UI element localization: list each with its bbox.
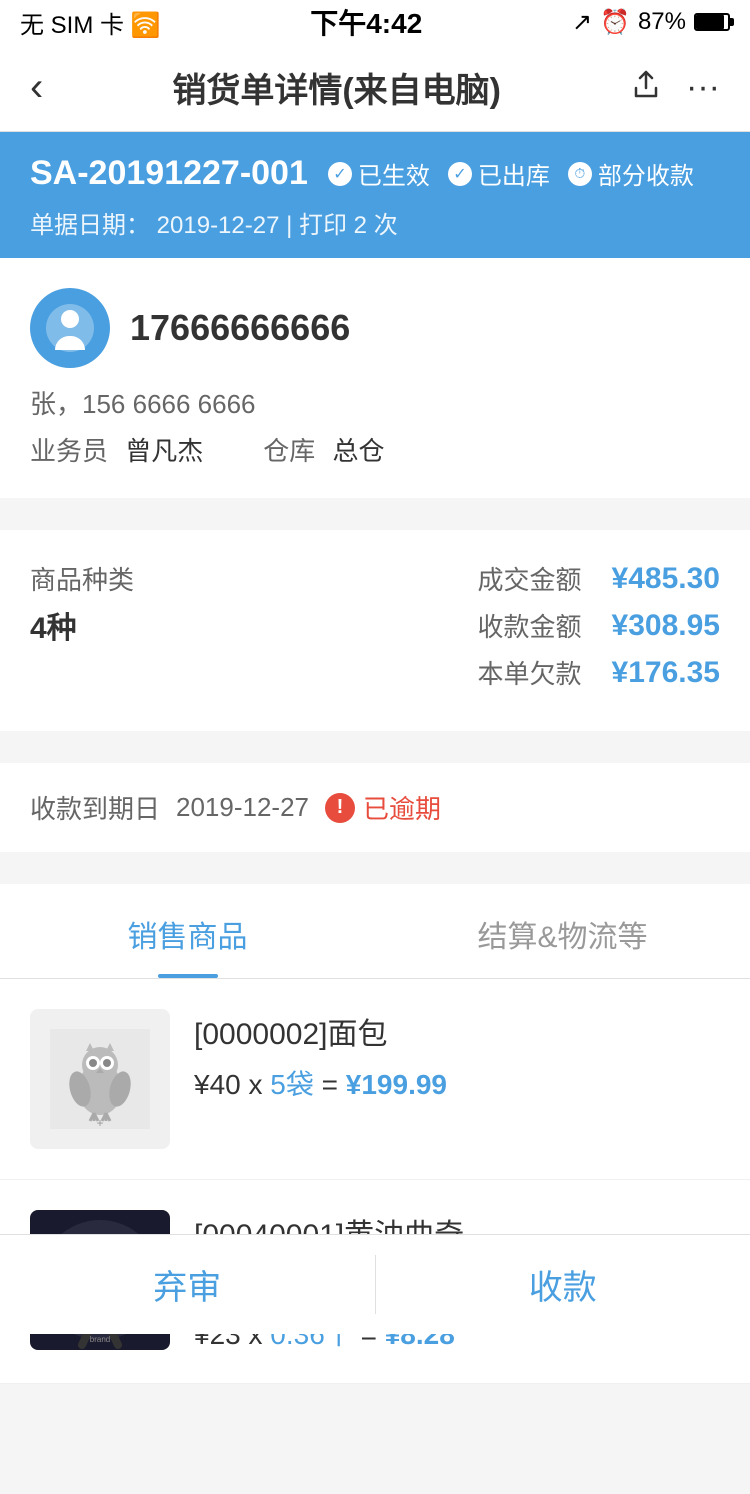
check-icon-active: ✓ [328, 162, 352, 186]
amount-row-3: 本单欠款 ¥176.35 [478, 654, 720, 691]
confirm-button[interactable]: 收款 [376, 1235, 750, 1334]
share-button[interactable] [630, 68, 662, 108]
summary-right: 成交金额 ¥485.30 收款金额 ¥308.95 本单欠款 ¥176.35 [478, 560, 720, 701]
sales-label: 业务员 [30, 436, 108, 466]
badge-shipped: ✓ 已出库 [448, 156, 550, 191]
page-title: 销货单详情(来自电脑) [172, 63, 501, 112]
product-name-1: [0000002]面包 [194, 1009, 720, 1053]
order-badges: ✓ 已生效 ✓ 已出库 ⏱ 部分收款 [328, 156, 694, 191]
order-meta-date-label: 单据日期： [30, 212, 150, 239]
order-meta: 单据日期： 2019-12-27 | 打印 2 次 [30, 205, 720, 240]
amount-value-1: ¥485.30 [612, 562, 720, 596]
svg-text:+: + [96, 1116, 103, 1129]
check-icon-shipped: ✓ [448, 162, 472, 186]
amount-row-1: 成交金额 ¥485.30 [478, 560, 720, 597]
location-icon: ↗ [572, 8, 592, 37]
customer-section: 17666666666 张，156 6666 6666 业务员 曾凡杰 仓库 总… [0, 258, 750, 498]
avatar [30, 288, 110, 368]
svg-text:brand: brand [90, 1335, 110, 1344]
customer-sales: 业务员 曾凡杰 [30, 431, 203, 468]
nav-actions: ··· [630, 68, 720, 108]
status-bar: 无 SIM 卡 🛜 下午4:42 ↗ ⏰ 87% [0, 0, 750, 44]
summary-left: 商品种类 4种 [30, 560, 134, 647]
product-total-1: ¥199.99 [346, 1069, 447, 1100]
battery-status: 87% [638, 8, 686, 36]
clock-icon: ⏱ [568, 162, 592, 186]
amount-label-2: 收款金额 [478, 607, 582, 644]
status-right: ↗ ⏰ 87% [572, 8, 730, 37]
overdue-icon: ! [325, 793, 355, 823]
customer-warehouse: 仓库 总仓 [263, 431, 384, 468]
product-price-1: ¥40 x 5袋 = ¥199.99 [194, 1063, 720, 1103]
avatar-person-icon [46, 304, 94, 352]
tab-settlement-label: 结算&物流等 [477, 921, 647, 954]
badge-active: ✓ 已生效 [328, 156, 430, 191]
tabs-section: 销售商品 结算&物流等 [0, 884, 750, 979]
order-header: SA-20191227-001 ✓ 已生效 ✓ 已出库 ⏱ 部分收款 单据日期：… [0, 132, 750, 258]
more-button[interactable]: ··· [686, 68, 720, 107]
tabs-row: 销售商品 结算&物流等 [0, 884, 750, 979]
overdue-text: 已逾期 [363, 789, 441, 826]
badge-shipped-label: 已出库 [478, 156, 550, 191]
summary-section: 商品种类 4种 成交金额 ¥485.30 收款金额 ¥308.95 本单欠款 ¥… [0, 530, 750, 731]
amount-row-2: 收款金额 ¥308.95 [478, 607, 720, 644]
badge-partial: ⏱ 部分收款 [568, 156, 694, 191]
amount-label-3: 本单欠款 [478, 654, 582, 691]
product-types-value: 4种 [30, 603, 134, 647]
status-time: 下午4:42 [310, 2, 422, 42]
overdue-badge: ! 已逾期 [325, 789, 441, 826]
bottom-spacer [0, 1384, 750, 1494]
alarm-icon: ⏰ [600, 8, 630, 37]
sales-value: 曾凡杰 [125, 436, 203, 466]
product-qty-1: 5袋 [270, 1069, 314, 1100]
tab-settlement[interactable]: 结算&物流等 [375, 884, 750, 978]
order-id: SA-20191227-001 [30, 154, 308, 193]
customer-name: 17666666666 [130, 307, 350, 349]
due-date-label: 收款到期日 [30, 789, 160, 826]
warehouse-value: 总仓 [333, 436, 385, 466]
due-date-section: 收款到期日 2019-12-27 ! 已逾期 [0, 763, 750, 852]
separator-1 [0, 514, 750, 530]
due-date-value: 2019-12-27 [176, 792, 309, 823]
separator-3 [0, 868, 750, 884]
back-button[interactable]: ‹ [30, 65, 43, 110]
customer-detail: 张，156 6666 6666 [30, 384, 720, 421]
badge-active-label: 已生效 [358, 156, 430, 191]
amount-value-2: ¥308.95 [612, 609, 720, 643]
product-item-1: + [0000002]面包 ¥40 x 5袋 = ¥199.99 [0, 979, 750, 1180]
separator-2 [0, 747, 750, 763]
bottom-bar: 弃审 收款 [0, 1234, 750, 1334]
badge-partial-label: 部分收款 [598, 156, 694, 191]
nav-bar: ‹ 销货单详情(来自电脑) ··· [0, 44, 750, 132]
customer-meta: 业务员 曾凡杰 仓库 总仓 [30, 431, 720, 468]
cancel-button[interactable]: 弃审 [0, 1235, 375, 1334]
order-meta-print: | 打印 2 次 [286, 212, 398, 239]
status-left: 无 SIM 卡 🛜 [20, 5, 161, 40]
tab-sales-label: 销售商品 [128, 921, 248, 954]
battery-icon [694, 13, 730, 31]
product-types-label: 商品种类 [30, 560, 134, 597]
product-unit-price-1: ¥40 [194, 1069, 241, 1100]
warehouse-label: 仓库 [263, 436, 315, 466]
sim-status: 无 SIM 卡 🛜 [20, 5, 161, 40]
product-image-1: + [30, 1009, 170, 1149]
product-info-1: [0000002]面包 ¥40 x 5袋 = ¥199.99 [194, 1009, 720, 1103]
product-image-owl: + [50, 1029, 150, 1129]
amount-value-3: ¥176.35 [612, 656, 720, 690]
amount-label-1: 成交金额 [478, 560, 582, 597]
tab-sales[interactable]: 销售商品 [0, 884, 375, 978]
order-meta-date-value: 2019-12-27 [157, 212, 280, 239]
